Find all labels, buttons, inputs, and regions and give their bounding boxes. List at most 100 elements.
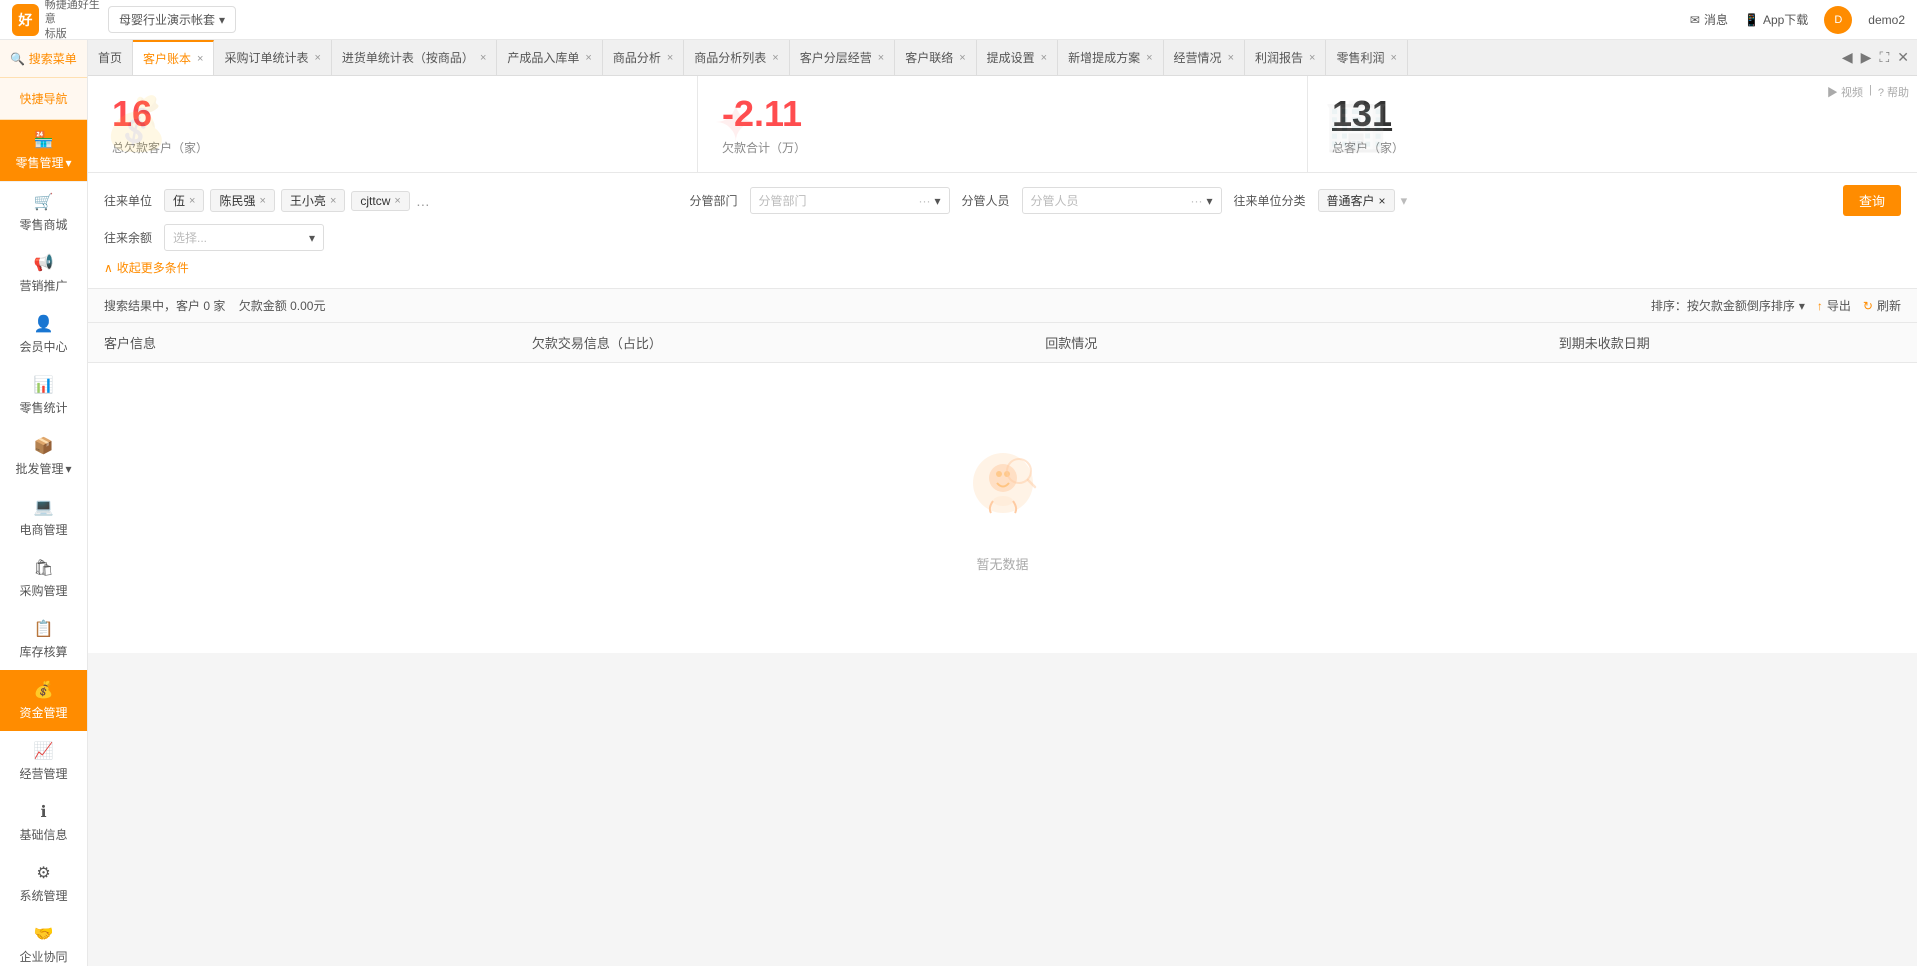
export-btn[interactable]: ↑ 导出 (1817, 297, 1851, 314)
tab-close-contact[interactable]: × (959, 52, 965, 64)
tab-next-btn[interactable]: ▶ (1859, 47, 1874, 68)
sidebar-quick-nav[interactable]: 快捷导航 (0, 78, 87, 120)
tab-close-tier[interactable]: × (878, 52, 884, 64)
page-content: 💰 16 总欠款客户（家） ✦ -2.11 欠款合计（万） ▶ 视频 | ? 帮… (88, 76, 1917, 966)
text-help-btn[interactable]: ? 帮助 (1878, 84, 1909, 100)
sidebar-item-member-center[interactable]: 👤 会员中心 (0, 304, 87, 365)
tab-close-purchase-order[interactable]: × (314, 52, 320, 64)
sidebar-item-inventory[interactable]: 📋 库存核算 (0, 609, 87, 670)
unit-tag-1-close[interactable]: × (189, 195, 195, 207)
tab-purchase-order-stats[interactable]: 采购订单统计表 × (214, 40, 331, 76)
unit-tag-4-close[interactable]: × (394, 195, 400, 207)
result-info: 搜索结果中，客户 0 家 欠款金额 0.00元 (104, 297, 325, 314)
empty-text: 暂无数据 (976, 554, 1028, 573)
retail-icon: 🏪 (34, 130, 54, 150)
tab-close-retail-profit[interactable]: × (1390, 52, 1396, 64)
customer-capital-tab-label: 客户账本 (143, 50, 191, 67)
inventory-icon: 📋 (34, 619, 54, 639)
sidebar-search-btn[interactable]: 🔍 搜索菜单 (0, 40, 87, 78)
tab-home[interactable]: 首页 (88, 40, 133, 76)
filter-row-2: 往来余额 选择... ▾ (104, 224, 1901, 251)
tab-close-plan[interactable]: × (1146, 52, 1152, 64)
person-filter-label: 分管人员 (962, 192, 1010, 209)
logo-area: 好 畅捷通好生意 标版 (12, 0, 100, 41)
app-download-btn[interactable]: 📱 App下载 (1744, 11, 1808, 28)
tab-maximize-btn[interactable]: ⛶ (1877, 47, 1891, 68)
unit-tag-3-close[interactable]: × (330, 195, 336, 207)
col-header-debt: 欠款交易信息（占比） (532, 333, 1045, 352)
tab-ops-situation[interactable]: 经营情况 × (1164, 40, 1245, 76)
sidebar: 🔍 搜索菜单 快捷导航 🏪 零售管理 ▾ 🛒 零售商城 📢 营销推广 👤 (0, 40, 88, 966)
sidebar-item-purchase[interactable]: 🛍 采购管理 (0, 548, 87, 609)
sidebar-section-retail: 🏪 零售管理 ▾ (0, 120, 87, 182)
tab-new-plan[interactable]: 新增提成方案 × (1058, 40, 1163, 76)
dept-more-icon: ··· (918, 194, 930, 208)
tab-customer-capital[interactable]: 客户账本 × (133, 40, 214, 76)
sidebar-item-basic-info[interactable]: ℹ 基础信息 (0, 792, 87, 853)
tab-close-ops[interactable]: × (1228, 52, 1234, 64)
sidebar-item-marketing[interactable]: 📢 营销推广 (0, 243, 87, 304)
sort-select[interactable]: 排序：按欠款金额倒序排序 ▾ (1651, 297, 1805, 314)
person-filter-select[interactable]: 分管人员 ··· ▾ (1022, 187, 1222, 214)
sidebar-item-finance[interactable]: 💰 资金管理 (0, 670, 87, 731)
classify-tag-close[interactable]: × (1379, 194, 1386, 208)
purchase-icon: 🛍 (33, 558, 53, 578)
unit-tag-more-btn[interactable]: … (416, 193, 430, 209)
sidebar-nav-item[interactable]: 快捷导航 (0, 84, 87, 113)
tab-customer-contact[interactable]: 客户联络 × (895, 40, 976, 76)
sidebar-item-enterprise-coop[interactable]: 🤝 企业协同 (0, 914, 87, 966)
tab-close-storage[interactable]: × (585, 52, 591, 64)
tab-prev-btn[interactable]: ◀ (1840, 47, 1855, 68)
tab-retail-profit[interactable]: 零售利润 × (1326, 40, 1407, 76)
tab-close-all-btn[interactable]: ✕ (1895, 47, 1911, 68)
sidebar-item-retail-mgmt[interactable]: 🏪 零售管理 ▾ (0, 120, 87, 181)
refresh-btn[interactable]: ↻ 刷新 (1863, 297, 1901, 314)
tab-profit-report[interactable]: 利润报告 × (1245, 40, 1326, 76)
store-selector[interactable]: 母婴行业演示帐套 ▾ (108, 6, 236, 33)
tab-close-analysis[interactable]: × (667, 52, 673, 64)
stats-row: 💰 16 总欠款客户（家） ✦ -2.11 欠款合计（万） ▶ 视频 | ? 帮… (88, 76, 1917, 173)
video-help-btn[interactable]: ▶ 视频 (1827, 84, 1863, 100)
tab-customer-tier[interactable]: 客户分层经营 × (790, 40, 895, 76)
collapse-row: ∧ 收起更多条件 (104, 259, 1901, 276)
balance-filter-select[interactable]: 选择... ▾ (164, 224, 324, 251)
coop-icon: 🤝 (34, 924, 54, 944)
phone-icon: 📱 (1744, 13, 1759, 27)
user-avatar[interactable]: D (1824, 6, 1852, 34)
logo-icon: 好 (12, 4, 39, 36)
sidebar-item-wholesale-mgmt[interactable]: 📦 批发管理 ▾ (0, 426, 87, 487)
collapse-btn[interactable]: ∧ 收起更多条件 (104, 259, 1901, 276)
sidebar-item-system[interactable]: ⚙ 系统管理 (0, 853, 87, 914)
tab-product-analysis[interactable]: 商品分析 × (603, 40, 684, 76)
tab-incoming-stats[interactable]: 进货单统计表（按商品） × (332, 40, 497, 76)
tab-close-profit[interactable]: × (1309, 52, 1315, 64)
tab-close-analysis-list[interactable]: × (772, 52, 778, 64)
dept-filter-select[interactable]: 分管部门 ··· ▾ (750, 187, 950, 214)
tab-product-storage[interactable]: 产成品入库单 × (497, 40, 602, 76)
unit-tag-2: 陈民强 × (210, 189, 274, 212)
home-tab-label: 首页 (98, 49, 122, 66)
total-customers-value[interactable]: 131 (1332, 92, 1893, 135)
classify-chevron-icon: ▾ (1401, 193, 1408, 209)
person-chevron-icon: ▾ (1206, 194, 1212, 208)
ops-icon: 📈 (34, 741, 54, 761)
tab-close-incoming[interactable]: × (480, 52, 486, 64)
username-label: demo2 (1868, 13, 1905, 27)
marketing-icon: 📢 (34, 253, 54, 273)
message-btn[interactable]: ✉ 消息 (1690, 11, 1728, 28)
unit-tag-1: 伍 × (164, 189, 204, 212)
collapse-up-icon: ∧ (104, 261, 113, 275)
sort-chevron-icon: ▾ (1799, 299, 1805, 313)
sidebar-item-ops-mgmt[interactable]: 📈 经营管理 (0, 731, 87, 792)
tab-close-improve[interactable]: × (1041, 52, 1047, 64)
sidebar-item-ecommerce[interactable]: 💻 电商管理 (0, 487, 87, 548)
tab-improve-settings[interactable]: 提成设置 × (977, 40, 1058, 76)
classify-filter-tags: 普通客户 × ▾ (1318, 189, 1831, 212)
sidebar-item-retail-stats[interactable]: 📊 零售统计 (0, 365, 87, 426)
sidebar-item-retail-mall[interactable]: 🛒 零售商城 (0, 182, 87, 243)
tab-close-customer-capital[interactable]: × (197, 53, 203, 65)
search-button[interactable]: 查询 (1843, 185, 1901, 216)
tab-product-analysis-list[interactable]: 商品分析列表 × (684, 40, 789, 76)
unit-tag-2-close[interactable]: × (259, 195, 265, 207)
tab-bar: 首页 客户账本 × 采购订单统计表 × 进货单统计表（按商品） × 产成品入库单… (88, 40, 1917, 76)
